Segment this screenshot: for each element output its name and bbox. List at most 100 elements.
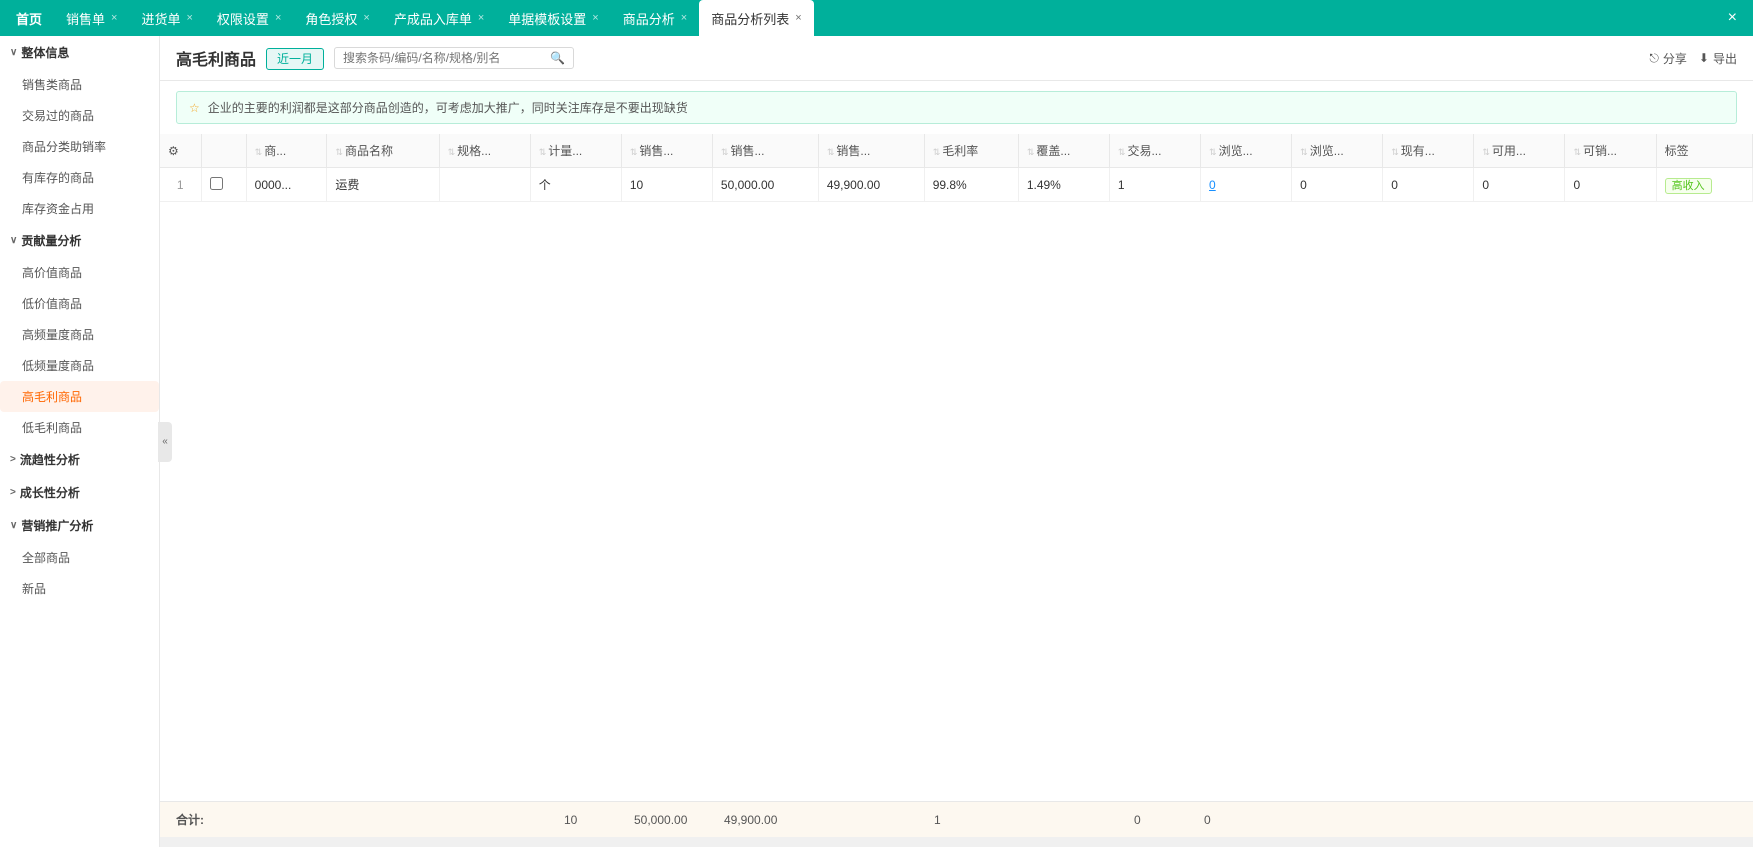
sidebar-group-marketing[interactable]: ∨营销推广分析 — [0, 509, 159, 542]
nav-close-sales[interactable]: × — [111, 12, 117, 24]
nav-close-purchase[interactable]: × — [186, 12, 192, 24]
cell-name: 运费 — [327, 168, 439, 202]
nav-item-purchase[interactable]: 进货单× — [129, 0, 204, 36]
content-area: 高毛利商品 近一月 🔍 ⎋ 分享 ⬇ 导出 ☆ 企业的主要的利润都是这部分商品创… — [160, 36, 1753, 847]
sidebar-group-growth[interactable]: >成长性分析 — [0, 476, 159, 509]
cell-unit: 个 — [530, 168, 621, 202]
sort-icon-sales-amount: ⇅ — [721, 147, 729, 157]
col-header-sales-qty[interactable]: ⇅销售... — [621, 134, 712, 168]
sidebar-collapse-button[interactable]: « — [158, 422, 172, 462]
nav-label-product-analysis-list: 商品分析列表 — [711, 9, 789, 28]
window-controls: × — [1716, 9, 1749, 27]
sidebar-item-low-freq[interactable]: 低频量度商品 — [0, 350, 159, 381]
nav-label-permission: 权限设置 — [217, 9, 269, 28]
cell-views1: 0 — [1201, 168, 1292, 202]
col-header-current-stock[interactable]: ⇅现有... — [1383, 134, 1474, 168]
sort-icon-code: ⇅ — [255, 147, 263, 157]
export-button[interactable]: ⬇ 导出 — [1699, 50, 1737, 67]
export-label: 导出 — [1713, 50, 1737, 67]
sidebar: ∨整体信息销售类商品交易过的商品商品分类助销率有库存的商品库存资金占用∨贡献量分… — [0, 36, 160, 847]
col-header-checkbox — [201, 134, 246, 168]
table-row[interactable]: 10000...运费个1050,000.0049,900.0099.8%1.49… — [160, 168, 1753, 202]
info-banner: ☆ 企业的主要的利润都是这部分商品创造的，可考虑加大推广，同时关注库存是不要出现… — [176, 91, 1737, 124]
group-label-marketing: 营销推广分析 — [21, 517, 93, 534]
nav-item-sales[interactable]: 销售单× — [54, 0, 129, 36]
sidebar-item-inventory-goods[interactable]: 有库存的商品 — [0, 162, 159, 193]
col-header-sellable[interactable]: ⇅可销... — [1565, 134, 1656, 168]
col-header-name[interactable]: ⇅商品名称 — [327, 134, 439, 168]
sidebar-group-trend[interactable]: >流趋性分析 — [0, 443, 159, 476]
col-header-code[interactable]: ⇅商... — [246, 134, 327, 168]
nav-close-role[interactable]: × — [363, 12, 369, 24]
col-header-views1[interactable]: ⇅浏览... — [1201, 134, 1292, 168]
footer-sales-qty: 10 — [564, 813, 634, 827]
tag-badge: 高收入 — [1665, 178, 1712, 194]
nav-item-product-in[interactable]: 产成品入库单× — [382, 0, 496, 36]
top-nav: 首页销售单×进货单×权限设置×角色授权×产成品入库单×单据模板设置×商品分析×商… — [0, 0, 1753, 36]
cell-available: 0 — [1474, 168, 1565, 202]
data-table: ⚙⇅商...⇅商品名称⇅规格...⇅计量...⇅销售...⇅销售...⇅销售..… — [160, 134, 1753, 202]
share-icon: ⎋ — [1649, 51, 1659, 66]
footer-available: 0 — [1204, 813, 1274, 827]
nav-close-product-analysis-list[interactable]: × — [795, 12, 801, 24]
col-header-margin-rate[interactable]: ⇅毛利率 — [924, 134, 1018, 168]
nav-label-template: 单据模板设置 — [508, 9, 586, 28]
nav-item-home[interactable]: 首页 — [4, 0, 54, 36]
group-label-growth: 成长性分析 — [20, 484, 80, 501]
col-header-unit[interactable]: ⇅计量... — [530, 134, 621, 168]
sidebar-item-goods-rate[interactable]: 商品分类助销率 — [0, 131, 159, 162]
sidebar-item-sales-goods[interactable]: 销售类商品 — [0, 69, 159, 100]
arrow-wealth: ∨ — [10, 235, 17, 246]
sidebar-item-all-goods[interactable]: 全部商品 — [0, 542, 159, 573]
col-header-available[interactable]: ⇅可用... — [1474, 134, 1565, 168]
header-actions: ⎋ 分享 ⬇ 导出 — [1649, 50, 1737, 67]
cell-sales-qty: 10 — [621, 168, 712, 202]
sort-icon-views2: ⇅ — [1300, 147, 1308, 157]
sidebar-group-wealth[interactable]: ∨贡献量分析 — [0, 224, 159, 257]
filter-buttons: 近一月 — [266, 50, 324, 67]
nav-item-permission[interactable]: 权限设置 × — [205, 0, 293, 36]
cell-checkbox[interactable] — [201, 168, 246, 202]
col-header-transactions[interactable]: ⇅交易... — [1109, 134, 1200, 168]
filter-btn-近一月[interactable]: 近一月 — [266, 48, 324, 70]
group-label-trend: 流趋性分析 — [20, 451, 80, 468]
footer-empty3 — [284, 813, 344, 827]
col-header-spec[interactable]: ⇅规格... — [439, 134, 530, 168]
table-head: ⚙⇅商...⇅商品名称⇅规格...⇅计量...⇅销售...⇅销售...⇅销售..… — [160, 134, 1753, 168]
sidebar-item-high-margin[interactable]: 高毛利商品 — [0, 381, 159, 412]
search-box[interactable]: 🔍 — [334, 47, 574, 69]
search-input[interactable] — [343, 51, 550, 65]
sidebar-item-high-freq[interactable]: 高频量度商品 — [0, 319, 159, 350]
col-header-coverage[interactable]: ⇅覆盖... — [1018, 134, 1109, 168]
col-header-views2[interactable]: ⇅浏览... — [1292, 134, 1383, 168]
sidebar-item-traded-goods[interactable]: 交易过的商品 — [0, 100, 159, 131]
share-button[interactable]: ⎋ 分享 — [1649, 50, 1687, 67]
bottom-scrollbar[interactable] — [160, 837, 1753, 847]
sidebar-group-overall[interactable]: ∨整体信息 — [0, 36, 159, 69]
sidebar-item-low-value[interactable]: 低价值商品 — [0, 288, 159, 319]
cell-code: 0000... — [246, 168, 327, 202]
sidebar-wrapper: ∨整体信息销售类商品交易过的商品商品分类助销率有库存的商品库存资金占用∨贡献量分… — [0, 36, 160, 847]
nav-item-product-analysis[interactable]: 商品分析× — [611, 0, 699, 36]
footer-current-stock: 0 — [1134, 813, 1204, 827]
cell-sales-profit: 49,900.00 — [818, 168, 924, 202]
row-checkbox[interactable] — [210, 177, 223, 190]
col-header-sales-profit[interactable]: ⇅销售... — [818, 134, 924, 168]
cell-coverage: 1.49% — [1018, 168, 1109, 202]
sidebar-item-new-goods[interactable]: 新品 — [0, 573, 159, 604]
footer-values: 10 50,000.00 49,900.00 1 0 0 — [224, 813, 1274, 827]
search-icon: 🔍 — [550, 51, 565, 65]
nav-close-product-analysis[interactable]: × — [681, 12, 687, 24]
nav-close-permission[interactable]: × — [275, 12, 281, 24]
nav-close-product-in[interactable]: × — [478, 12, 484, 24]
nav-close-template[interactable]: × — [592, 12, 598, 24]
sidebar-item-inventory-capital[interactable]: 库存资金占用 — [0, 193, 159, 224]
sidebar-item-low-margin[interactable]: 低毛利商品 — [0, 412, 159, 443]
col-header-sales-amount[interactable]: ⇅销售... — [712, 134, 818, 168]
nav-item-template[interactable]: 单据模板设置 × — [496, 0, 610, 36]
nav-item-role[interactable]: 角色授权× — [293, 0, 381, 36]
content-header: 高毛利商品 近一月 🔍 ⎋ 分享 ⬇ 导出 — [160, 36, 1753, 81]
sidebar-item-high-value[interactable]: 高价值商品 — [0, 257, 159, 288]
nav-item-product-analysis-list[interactable]: 商品分析列表 × — [699, 0, 813, 36]
close-window-button[interactable]: × — [1716, 9, 1749, 27]
